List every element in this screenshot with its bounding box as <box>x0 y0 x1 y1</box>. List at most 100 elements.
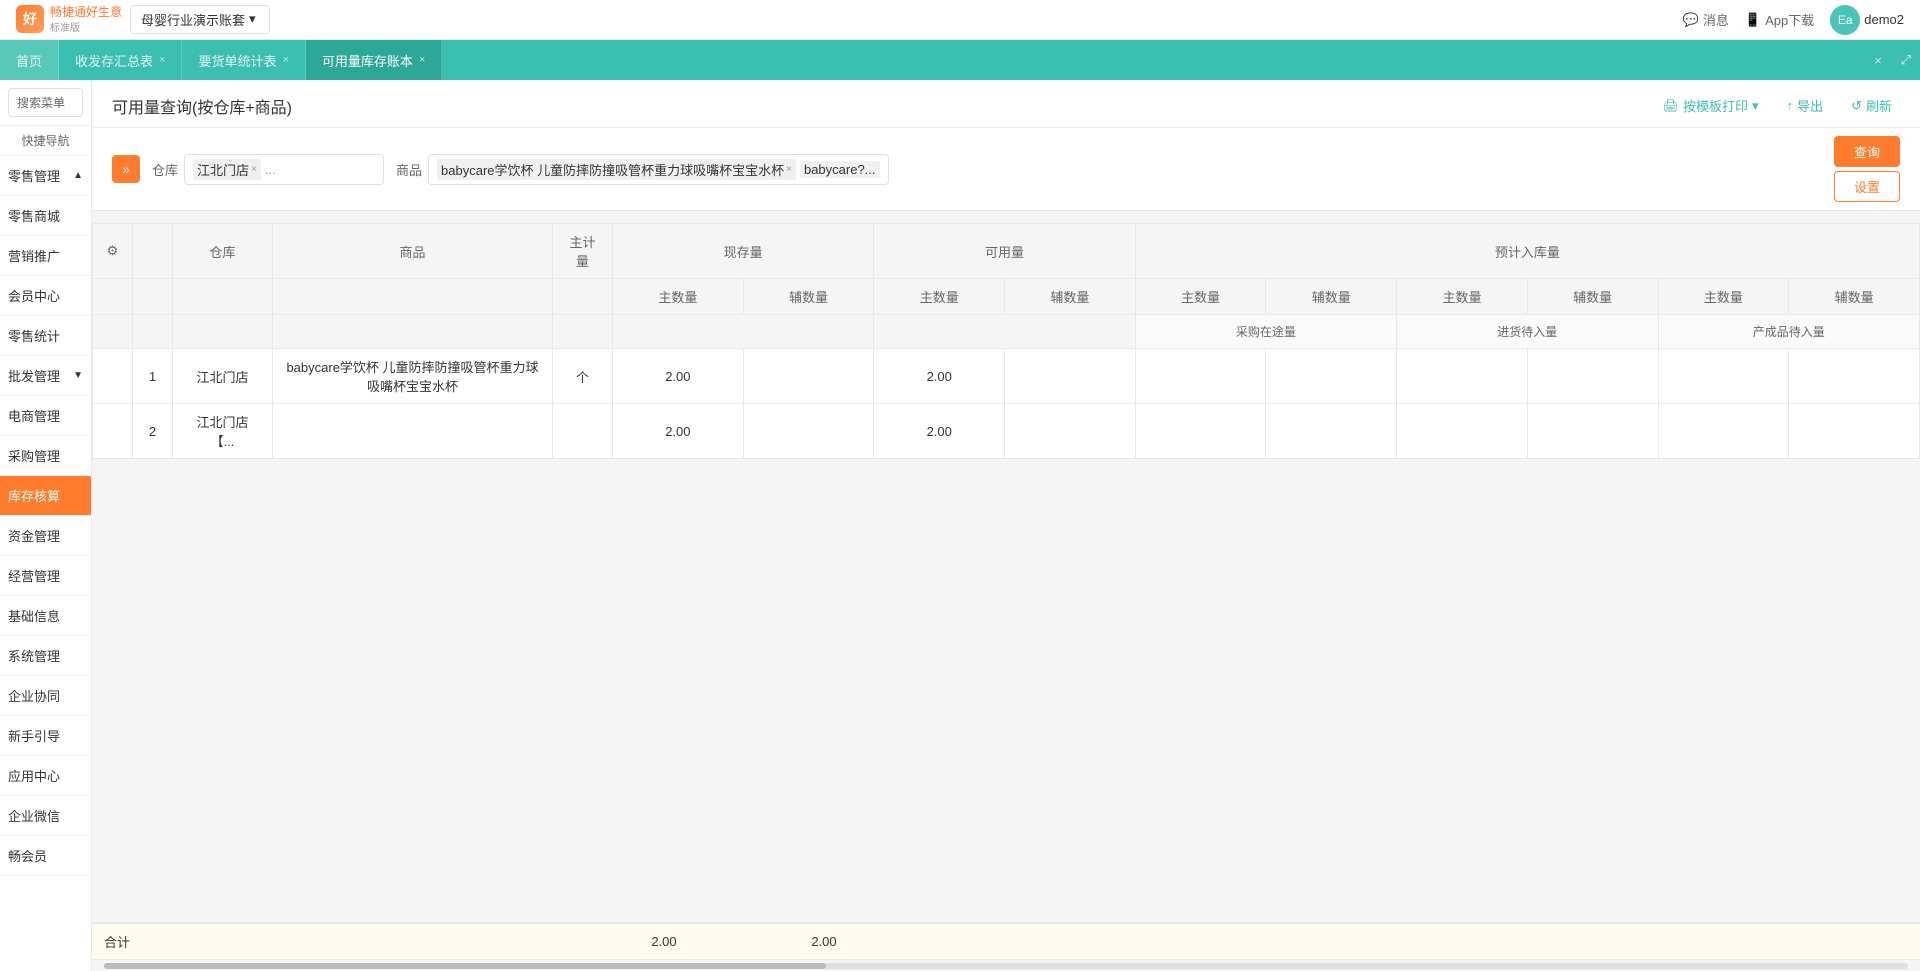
sidebar-item-retail-mgmt[interactable]: 零售管理 ▲ <box>0 156 91 196</box>
col-settings[interactable]: ⚙ <box>93 224 133 279</box>
message-icon: 💬 <box>1683 12 1699 28</box>
warehouse-more-dots[interactable]: ... <box>265 162 276 177</box>
query-button[interactable]: 查询 <box>1834 136 1900 167</box>
sidebar-item-sys-mgmt[interactable]: 系统管理 <box>0 636 91 676</box>
col-unit-sub <box>553 279 613 315</box>
sidebar-item-wholesale-mgmt[interactable]: 批发管理 ▼ <box>0 356 91 396</box>
page-actions: 🖨 按模板打印 ▾ ↑ 导出 ↺ 刷新 <box>1655 92 1901 119</box>
warehouse-tag-close[interactable]: × <box>251 164 257 175</box>
app-download-action[interactable]: 📱 App下载 <box>1745 10 1814 29</box>
nav-tab-home[interactable]: 首页 <box>0 40 59 80</box>
sidebar-item-ops-mgmt[interactable]: 经营管理 <box>0 556 91 596</box>
filter-bar: » 仓库 江北门店 × ... 商品 babycare学饮杯 儿童防摔防撞吸管杯… <box>92 128 1920 211</box>
warehouse-tag-value: 江北门店 <box>197 160 249 179</box>
top-bar-right: 💬 消息 📱 App下载 Ea demo2 <box>1683 5 1904 35</box>
row2-production-aux <box>1789 404 1920 459</box>
row1-production-aux <box>1789 349 1920 404</box>
sidebar-item-retail-stats[interactable]: 零售统计 <box>0 316 91 356</box>
nav-tab-inventory[interactable]: 可用量库存账本 × <box>306 40 442 80</box>
sidebar-item-new-guide[interactable]: 新手引导 <box>0 716 91 756</box>
sidebar-item-ecom-mgmt[interactable]: 电商管理 <box>0 396 91 436</box>
close-all-tabs[interactable]: × <box>1864 40 1892 80</box>
sidebar-item-basic-info[interactable]: 基础信息 <box>0 596 91 636</box>
product-label: 商品 <box>396 160 422 179</box>
sidebar-item-enterprise[interactable]: 企业协同 <box>0 676 91 716</box>
sidebar-item-enterprise-label: 企业协同 <box>8 686 60 705</box>
nav-tab-receive[interactable]: 收发存汇总表 × <box>59 40 182 80</box>
sidebar-item-app-center-label: 应用中心 <box>8 766 60 785</box>
col-unit-header: 主计量 <box>553 224 613 279</box>
gear-icon: ⚙ <box>107 243 119 258</box>
sidebar-item-new-guide-label: 新手引导 <box>8 726 60 745</box>
col-warehouse-header: 仓库 <box>173 224 273 279</box>
org-selector[interactable]: 母婴行业演示账套 ▾ <box>130 5 270 34</box>
col-purchased-header: 采购在途量 <box>1135 315 1396 349</box>
nav-tabs: 首页 收发存汇总表 × 要货单统计表 × 可用量库存账本 × × ⤢ <box>0 40 1920 80</box>
row1-current-aux <box>743 349 874 404</box>
row2-warehouse: 江北门店【... <box>173 404 273 459</box>
sidebar-item-finance-mgmt[interactable]: 资金管理 <box>0 516 91 556</box>
col-settings-sub <box>93 279 133 315</box>
row2-pending-aux <box>1527 404 1658 459</box>
user-area[interactable]: Ea demo2 <box>1830 5 1904 35</box>
message-action[interactable]: 💬 消息 <box>1683 10 1729 29</box>
col-pending-main-label: 主数量 <box>1397 279 1528 315</box>
product-input[interactable]: babycare学饮杯 儿童防摔防撞吸管杯重力球吸嘴杯宝宝水杯 × babyca… <box>428 154 888 185</box>
col-purchased-main-label: 主数量 <box>1135 279 1266 315</box>
logo-text-area: 畅捷通好生意 标准版 <box>50 5 122 34</box>
col-product-header: 商品 <box>273 224 553 279</box>
scrollbar-thumb[interactable] <box>104 963 826 969</box>
sidebar-item-member[interactable]: 会员中心 <box>0 276 91 316</box>
logo-area: 好 畅捷通好生意 标准版 <box>16 5 122 34</box>
product-tag-1-close[interactable]: × <box>786 164 792 175</box>
filter-expand-button[interactable]: » <box>112 155 140 183</box>
close-tab-inventory[interactable]: × <box>419 54 425 66</box>
sidebar-item-marketing[interactable]: 营销推广 <box>0 236 91 276</box>
page-header: 可用量查询(按仓库+商品) 🖨 按模板打印 ▾ ↑ 导出 ↺ 刷新 <box>92 80 1920 128</box>
col-no-sub <box>133 279 173 315</box>
export-button[interactable]: ↑ 导出 <box>1779 92 1832 119</box>
sidebar-item-purchase-mgmt[interactable]: 采购管理 <box>0 436 91 476</box>
col-current-aux: 辅数量 <box>743 279 874 315</box>
sidebar-item-enterprise-wechat-label: 企业微信 <box>8 806 60 825</box>
nav-tab-order[interactable]: 要货单统计表 × <box>182 40 305 80</box>
sidebar-item-ecom-mgmt-label: 电商管理 <box>8 406 60 425</box>
sidebar-item-enterprise-wechat[interactable]: 企业微信 <box>0 796 91 836</box>
scrollbar-area <box>92 959 1920 971</box>
col-purchased-aux-label: 辅数量 <box>1266 279 1397 315</box>
settings-button[interactable]: 设置 <box>1834 171 1900 202</box>
template-print-button[interactable]: 🖨 按模板打印 ▾ <box>1655 92 1767 119</box>
chevron-up-icon: ▲ <box>73 170 83 181</box>
sidebar-item-ops-mgmt-label: 经营管理 <box>8 566 60 585</box>
row2-available-aux <box>1005 404 1136 459</box>
sidebar-item-app-center[interactable]: 应用中心 <box>0 756 91 796</box>
col-pending-aux-label: 辅数量 <box>1527 279 1658 315</box>
horizontal-scrollbar[interactable] <box>104 963 1908 969</box>
sidebar-item-member2[interactable]: 畅会员 <box>0 836 91 876</box>
footer-label: 合计 <box>104 932 184 951</box>
logo-icon: 好 <box>16 5 44 33</box>
col-no <box>133 224 173 279</box>
warehouse-filter-group: 仓库 江北门店 × ... <box>152 154 384 185</box>
warehouse-input[interactable]: 江北门店 × ... <box>184 154 384 185</box>
row1-production-main <box>1658 349 1789 404</box>
footer-available-main: 2.00 <box>784 934 864 949</box>
row1-pending-main <box>1397 349 1528 404</box>
product-tag-2-value: babycare?... <box>804 162 876 177</box>
close-tab-receive[interactable]: × <box>159 54 165 66</box>
col-unit-sub2 <box>553 315 613 349</box>
search-menu-button[interactable]: 搜索菜单 <box>8 88 83 117</box>
footer-current-main: 2.00 <box>624 934 704 949</box>
close-tab-order[interactable]: × <box>282 54 288 66</box>
content-area: 可用量查询(按仓库+商品) 🖨 按模板打印 ▾ ↑ 导出 ↺ 刷新 » <box>92 80 1920 971</box>
col-current-sub2 <box>613 315 874 349</box>
export-label: 导出 <box>1797 96 1823 115</box>
refresh-button[interactable]: ↺ 刷新 <box>1843 92 1900 119</box>
warehouse-label: 仓库 <box>152 160 178 179</box>
table-row: 2 江北门店【... 2.00 2.00 <box>93 404 1920 459</box>
sidebar-item-retail-mall[interactable]: 零售商城 <box>0 196 91 236</box>
row2-settings <box>93 404 133 459</box>
sidebar-item-inventory-mgmt[interactable]: 库存核算 <box>0 476 91 516</box>
quick-nav-button[interactable]: 快捷导航 <box>0 126 91 156</box>
expand-tabs[interactable]: ⤢ <box>1892 40 1920 80</box>
